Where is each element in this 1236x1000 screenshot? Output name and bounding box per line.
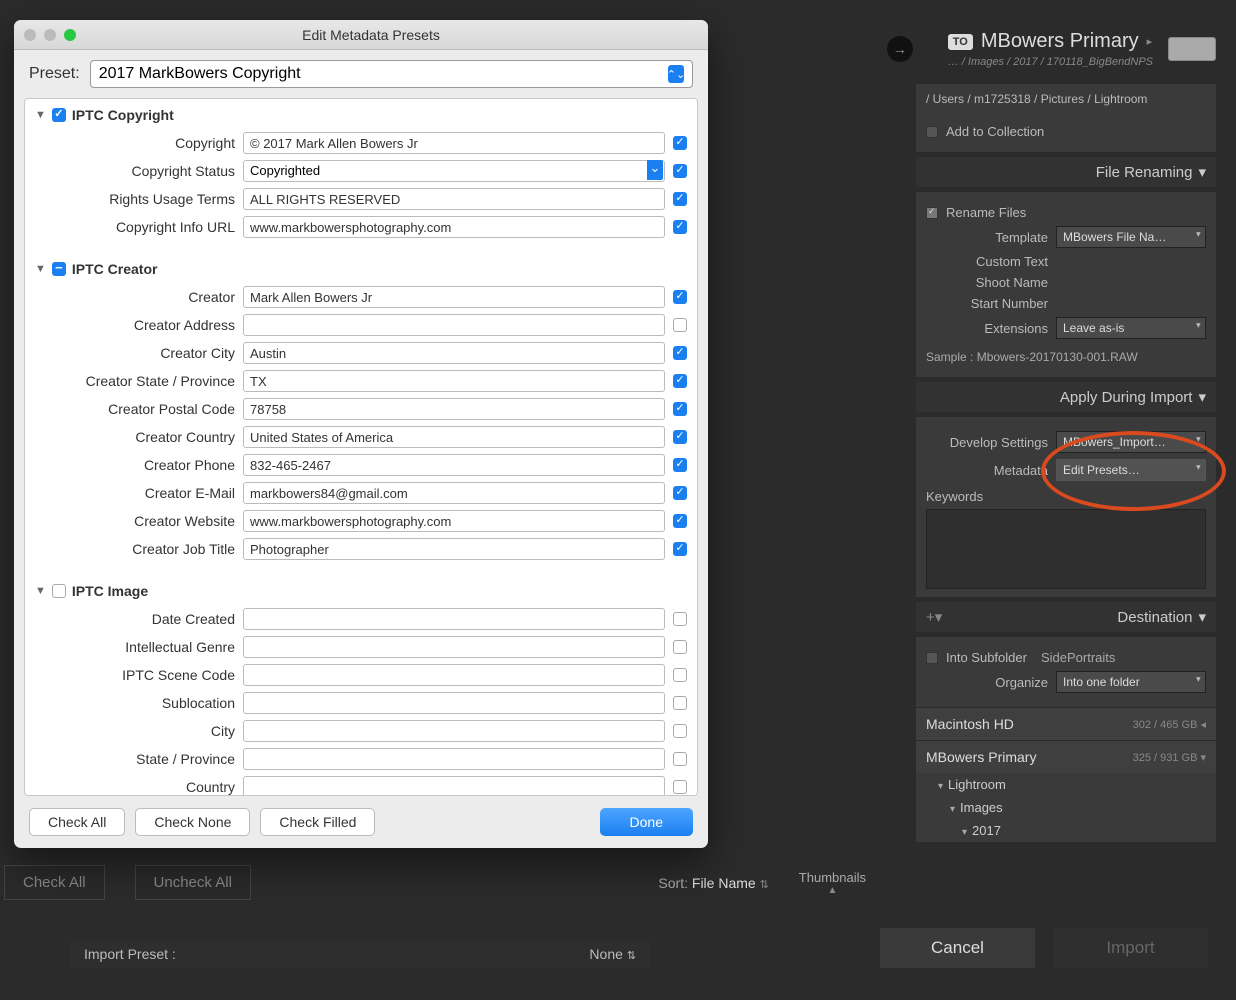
field-checkbox[interactable]: [673, 374, 687, 388]
field-checkbox[interactable]: [673, 752, 687, 766]
arrow-icon: →: [887, 36, 913, 62]
to-badge: TO: [948, 34, 973, 50]
into-subfolder-checkbox[interactable]: [926, 652, 938, 664]
add-collection-checkbox[interactable]: [926, 126, 938, 138]
chevron-down-icon: ⌃⌄: [668, 65, 684, 83]
disclosure-icon[interactable]: ▼: [35, 585, 46, 597]
drive-mbowers[interactable]: MBowers Primary325 / 931 GB ▾: [916, 740, 1216, 773]
field-checkbox[interactable]: [673, 514, 687, 528]
section-checkbox[interactable]: [52, 584, 66, 598]
destination-header[interactable]: +▾Destination▾: [916, 602, 1216, 632]
rights-terms-input[interactable]: [243, 188, 665, 210]
destination-bar: → TO MBowers Primary ▸ … / Images / 2017…: [887, 30, 1216, 68]
field-checkbox[interactable]: [673, 542, 687, 556]
creator-country-input[interactable]: [243, 426, 665, 448]
sort-combo[interactable]: File Name: [692, 875, 756, 891]
titlebar: Edit Metadata Presets: [14, 20, 708, 50]
intellectual-genre-input[interactable]: [243, 636, 665, 658]
close-icon[interactable]: [24, 29, 36, 41]
disclosure-icon[interactable]: ▼: [35, 109, 46, 121]
disclosure-icon[interactable]: ▼: [35, 263, 46, 275]
creator-email-input[interactable]: [243, 482, 665, 504]
keywords-input[interactable]: [926, 509, 1206, 589]
edit-metadata-dialog: Edit Metadata Presets Preset: 2017 MarkB…: [14, 20, 708, 848]
organize-combo[interactable]: Into one folder: [1056, 671, 1206, 693]
field-checkbox[interactable]: [673, 430, 687, 444]
field-checkbox[interactable]: [673, 346, 687, 360]
preset-select[interactable]: 2017 MarkBowers Copyright ⌃⌄: [90, 60, 693, 88]
city-input[interactable]: [243, 720, 665, 742]
breadcrumb: … / Images / 2017 / 170118_BigBendNPS: [948, 56, 1153, 68]
rename-files-checkbox[interactable]: [926, 207, 938, 219]
develop-settings-combo[interactable]: MBowers_Import…: [1056, 431, 1206, 453]
creator-jobtitle-input[interactable]: [243, 538, 665, 560]
check-none-button[interactable]: Check None: [135, 808, 250, 836]
creator-input[interactable]: [243, 286, 665, 308]
file-renaming-header[interactable]: File Renaming▾: [916, 157, 1216, 187]
import-button[interactable]: Import: [1053, 928, 1208, 968]
apply-during-import-header[interactable]: Apply During Import▾: [916, 382, 1216, 412]
section-checkbox[interactable]: [52, 108, 66, 122]
creator-address-input[interactable]: [243, 314, 665, 336]
field-checkbox[interactable]: [673, 164, 687, 178]
field-checkbox[interactable]: [673, 318, 687, 332]
creator-state-input[interactable]: [243, 370, 665, 392]
check-all-button[interactable]: Check All: [4, 865, 105, 900]
creator-website-input[interactable]: [243, 510, 665, 532]
uncheck-all-button[interactable]: Uncheck All: [135, 865, 251, 900]
template-combo[interactable]: MBowers File Na…: [1056, 226, 1206, 248]
import-preset-combo[interactable]: Import Preset : None ⇅: [70, 940, 650, 968]
copyright-input[interactable]: [243, 132, 665, 154]
done-button[interactable]: Done: [600, 808, 693, 836]
creator-city-input[interactable]: [243, 342, 665, 364]
section-checkbox[interactable]: [52, 262, 66, 276]
field-checkbox[interactable]: [673, 486, 687, 500]
check-filled-button[interactable]: Check Filled: [260, 808, 375, 836]
field-checkbox[interactable]: [673, 780, 687, 794]
extensions-combo[interactable]: Leave as-is: [1056, 317, 1206, 339]
field-checkbox[interactable]: [673, 668, 687, 682]
copyright-status-select[interactable]: Copyrighted: [243, 160, 665, 182]
field-checkbox[interactable]: [673, 220, 687, 234]
cancel-button[interactable]: Cancel: [880, 928, 1035, 968]
field-checkbox[interactable]: [673, 290, 687, 304]
field-checkbox[interactable]: [673, 458, 687, 472]
drive-macintosh[interactable]: Macintosh HD302 / 465 GB ◂: [916, 707, 1216, 740]
sublocation-input[interactable]: [243, 692, 665, 714]
field-checkbox[interactable]: [673, 640, 687, 654]
destination-name[interactable]: MBowers Primary: [981, 30, 1139, 53]
creator-phone-input[interactable]: [243, 454, 665, 476]
creator-postal-input[interactable]: [243, 398, 665, 420]
metadata-combo[interactable]: Edit Presets…: [1056, 459, 1206, 481]
tree-2017[interactable]: 2017: [916, 819, 1216, 842]
state-input[interactable]: [243, 748, 665, 770]
field-checkbox[interactable]: [673, 612, 687, 626]
field-checkbox[interactable]: [673, 136, 687, 150]
tree-lightroom[interactable]: Lightroom: [916, 773, 1216, 796]
tree-images[interactable]: Images: [916, 796, 1216, 819]
iptc-scene-input[interactable]: [243, 664, 665, 686]
field-checkbox[interactable]: [673, 696, 687, 710]
copy-panel: / Users / m1725318 / Pictures / Lightroo…: [916, 84, 1216, 152]
check-all-button[interactable]: Check All: [29, 808, 125, 836]
field-checkbox[interactable]: [673, 192, 687, 206]
date-created-input[interactable]: [243, 608, 665, 630]
drive-icon: [1168, 37, 1216, 61]
field-checkbox[interactable]: [673, 402, 687, 416]
field-checkbox[interactable]: [673, 724, 687, 738]
country-input[interactable]: [243, 776, 665, 796]
copyright-url-input[interactable]: [243, 216, 665, 238]
